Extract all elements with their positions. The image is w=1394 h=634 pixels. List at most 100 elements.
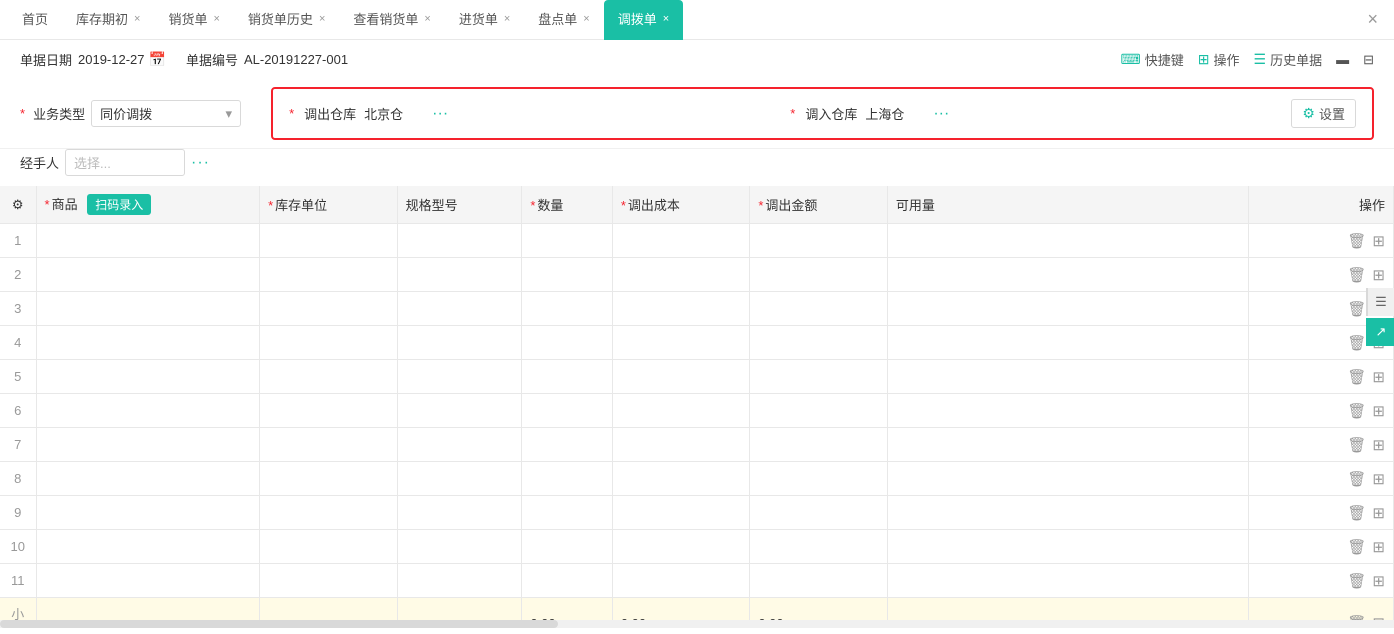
cell-spec[interactable] — [397, 258, 522, 292]
tab-purchase-order[interactable]: 进货单 × — [445, 0, 524, 40]
delete-row-btn[interactable]: 🗑 — [1347, 266, 1366, 284]
cell-available[interactable] — [887, 496, 1248, 530]
cell-available[interactable] — [887, 224, 1248, 258]
cell-spec[interactable] — [397, 462, 522, 496]
copy-row-btn[interactable]: ⊞ — [1372, 266, 1385, 284]
cell-unit[interactable] — [260, 292, 398, 326]
operations-btn[interactable]: ⊞ 操作 — [1198, 50, 1240, 69]
tab-home[interactable]: 首页 — [8, 0, 62, 40]
cell-product[interactable] — [36, 496, 260, 530]
cell-spec[interactable] — [397, 428, 522, 462]
cell-product[interactable] — [36, 360, 260, 394]
cell-amount[interactable] — [750, 326, 888, 360]
delete-row-btn[interactable]: 🗑 — [1347, 538, 1366, 556]
close-all-tabs[interactable]: × — [1359, 9, 1386, 30]
cell-amount[interactable] — [750, 496, 888, 530]
close-tab-purchase-order[interactable]: × — [504, 13, 510, 25]
cell-spec[interactable] — [397, 496, 522, 530]
cell-product[interactable] — [36, 258, 260, 292]
cell-spec[interactable] — [397, 224, 522, 258]
delete-row-btn[interactable]: 🗑 — [1347, 402, 1366, 420]
close-tab-inventory-init[interactable]: × — [134, 13, 140, 25]
calendar-icon[interactable]: 📅 — [149, 51, 166, 68]
cell-product[interactable] — [36, 292, 260, 326]
close-tab-view-sales[interactable]: × — [424, 13, 430, 25]
tab-inventory-check[interactable]: 盘点单 × — [524, 0, 603, 40]
out-warehouse-more-icon[interactable]: ··· — [432, 105, 448, 123]
cell-amount[interactable] — [750, 462, 888, 496]
cell-amount[interactable] — [750, 292, 888, 326]
cell-available[interactable] — [887, 530, 1248, 564]
cell-cost[interactable] — [612, 292, 750, 326]
scan-button[interactable]: 扫码录入 — [87, 194, 151, 215]
cell-amount[interactable] — [750, 360, 888, 394]
delete-row-btn[interactable]: 🗑 — [1347, 334, 1366, 352]
cell-spec[interactable] — [397, 530, 522, 564]
cell-amount[interactable] — [750, 394, 888, 428]
cell-cost[interactable] — [612, 326, 750, 360]
tab-inventory-init[interactable]: 库存期初 × — [62, 0, 154, 40]
close-tab-inventory-check[interactable]: × — [583, 13, 589, 25]
cell-product[interactable] — [36, 428, 260, 462]
cell-product[interactable] — [36, 564, 260, 598]
tab-sales-history[interactable]: 销货单历史 × — [234, 0, 339, 40]
copy-row-btn[interactable]: ⊞ — [1372, 572, 1385, 590]
cell-available[interactable] — [887, 428, 1248, 462]
cell-spec[interactable] — [397, 292, 522, 326]
cell-unit[interactable] — [260, 394, 398, 428]
horizontal-scrollbar[interactable] — [0, 620, 1394, 628]
delete-row-btn[interactable]: 🗑 — [1347, 436, 1366, 454]
cell-qty[interactable] — [522, 564, 613, 598]
handler-more-icon[interactable]: ··· — [191, 154, 210, 172]
cell-qty[interactable] — [522, 530, 613, 564]
copy-row-btn[interactable]: ⊞ — [1372, 368, 1385, 386]
cell-amount[interactable] — [750, 564, 888, 598]
copy-row-btn[interactable]: ⊞ — [1372, 504, 1385, 522]
history-btn[interactable]: ☰ 历史单据 — [1254, 50, 1323, 69]
cell-cost[interactable] — [612, 564, 750, 598]
cell-unit[interactable] — [260, 258, 398, 292]
handler-input[interactable]: 选择... — [65, 149, 185, 176]
cell-spec[interactable] — [397, 360, 522, 394]
cell-available[interactable] — [887, 394, 1248, 428]
cell-cost[interactable] — [612, 258, 750, 292]
cell-available[interactable] — [887, 360, 1248, 394]
cell-cost[interactable] — [612, 360, 750, 394]
copy-row-btn[interactable]: ⊞ — [1372, 402, 1385, 420]
cell-product[interactable] — [36, 530, 260, 564]
shortcuts-btn[interactable]: ⌨ 快捷键 — [1121, 50, 1184, 69]
cell-unit[interactable] — [260, 428, 398, 462]
cell-qty[interactable] — [522, 224, 613, 258]
cell-unit[interactable] — [260, 564, 398, 598]
cell-qty[interactable] — [522, 462, 613, 496]
delete-row-btn[interactable]: 🗑 — [1347, 300, 1366, 318]
cell-product[interactable] — [36, 326, 260, 360]
cell-spec[interactable] — [397, 394, 522, 428]
copy-row-btn[interactable]: ⊞ — [1372, 538, 1385, 556]
cell-unit[interactable] — [260, 496, 398, 530]
cell-unit[interactable] — [260, 224, 398, 258]
cell-available[interactable] — [887, 326, 1248, 360]
layout-btn1[interactable]: ▬ — [1336, 52, 1349, 67]
cell-qty[interactable] — [522, 326, 613, 360]
tab-view-sales[interactable]: 查看销货单 × — [339, 0, 444, 40]
tab-sales-order[interactable]: 销货单 × — [154, 0, 233, 40]
cell-cost[interactable] — [612, 428, 750, 462]
delete-row-btn[interactable]: 🗑 — [1347, 470, 1366, 488]
cell-amount[interactable] — [750, 258, 888, 292]
delete-row-btn[interactable]: 🗑 — [1347, 368, 1366, 386]
cell-unit[interactable] — [260, 462, 398, 496]
cell-available[interactable] — [887, 564, 1248, 598]
business-type-input[interactable]: 同价调拨 ▾ — [91, 100, 241, 127]
cell-product[interactable] — [36, 462, 260, 496]
float-list-btn[interactable]: ☰ — [1366, 288, 1394, 316]
cell-available[interactable] — [887, 292, 1248, 326]
cell-qty[interactable] — [522, 258, 613, 292]
cell-unit[interactable] — [260, 326, 398, 360]
close-tab-sales-history[interactable]: × — [319, 13, 325, 25]
cell-cost[interactable] — [612, 496, 750, 530]
copy-row-btn[interactable]: ⊞ — [1372, 232, 1385, 250]
float-export-btn[interactable]: ↗ — [1366, 318, 1394, 346]
cell-spec[interactable] — [397, 564, 522, 598]
close-tab-transfer-order[interactable]: × — [663, 13, 669, 25]
